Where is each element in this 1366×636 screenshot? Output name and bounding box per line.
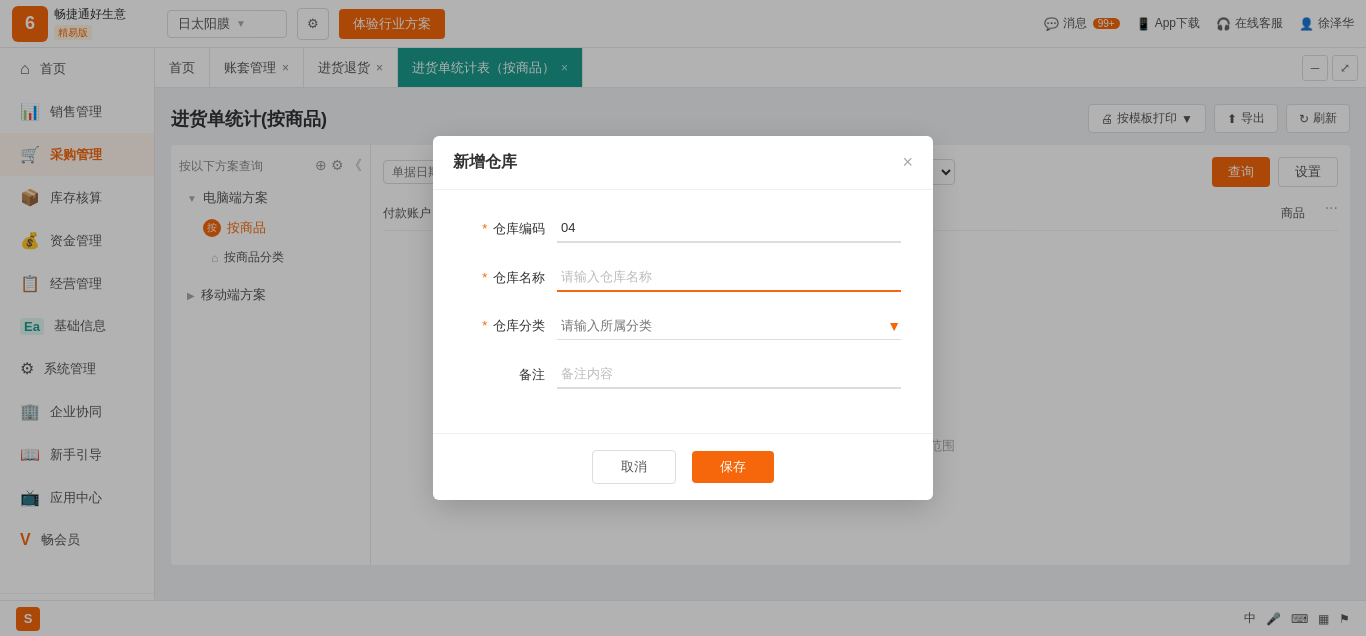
dialog-title: 新增仓库 [453, 152, 517, 173]
warehouse-remark-label: 备注 [465, 366, 545, 384]
warehouse-remark-input[interactable] [557, 360, 901, 389]
warehouse-category-label: * 仓库分类 [465, 317, 545, 335]
dialog-header: 新增仓库 × [433, 136, 933, 190]
cancel-button[interactable]: 取消 [592, 450, 676, 484]
warehouse-category-wrap: ▼ [557, 312, 901, 340]
warehouse-category-row: * 仓库分类 ▼ [465, 312, 901, 340]
save-button[interactable]: 保存 [692, 451, 774, 483]
warehouse-name-input[interactable] [557, 263, 901, 292]
warehouse-name-row: * 仓库名称 [465, 263, 901, 292]
warehouse-category-input[interactable] [557, 312, 887, 339]
warehouse-name-label: * 仓库名称 [465, 269, 545, 287]
dialog-footer: 取消 保存 [433, 433, 933, 500]
warehouse-code-input[interactable] [557, 214, 901, 243]
dialog-close-button[interactable]: × [902, 152, 913, 173]
category-dropdown-arrow[interactable]: ▼ [887, 318, 901, 334]
warehouse-code-row: * 仓库编码 [465, 214, 901, 243]
modal-overlay[interactable]: 新增仓库 × * 仓库编码 * 仓库名称 [0, 0, 1366, 636]
new-warehouse-dialog: 新增仓库 × * 仓库编码 * 仓库名称 [433, 136, 933, 500]
dialog-body: * 仓库编码 * 仓库名称 * 仓库分类 [433, 190, 933, 433]
warehouse-remark-row: 备注 [465, 360, 901, 389]
warehouse-code-label: * 仓库编码 [465, 220, 545, 238]
